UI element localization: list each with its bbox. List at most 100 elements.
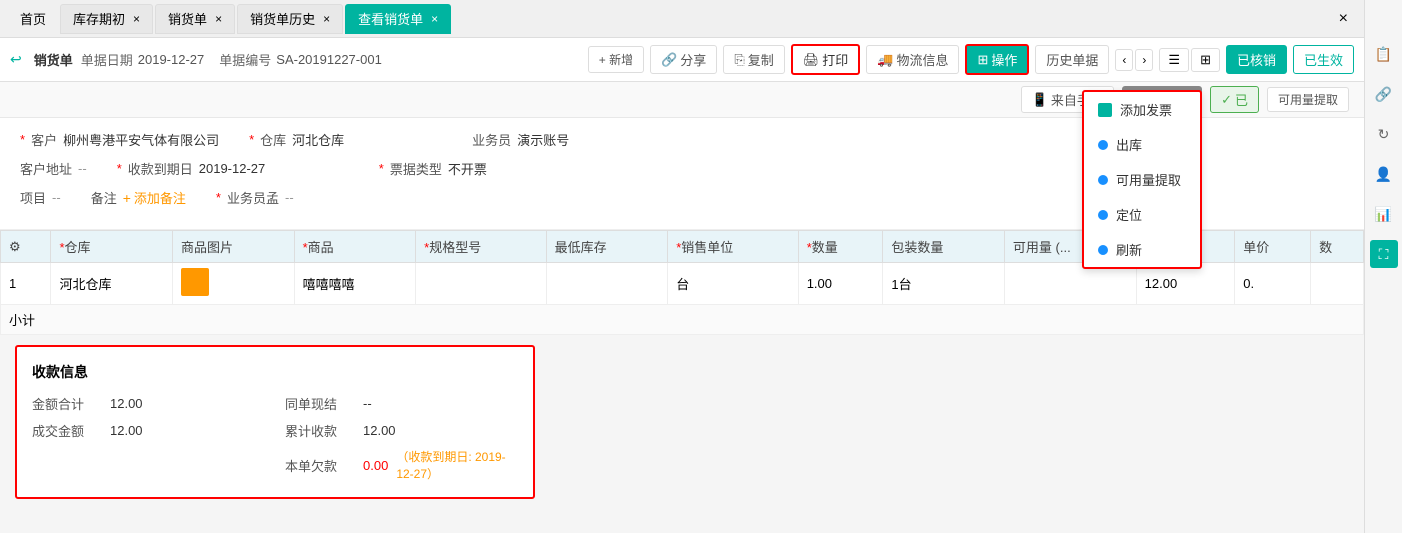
sidebar-icon-link[interactable]: 🔗 xyxy=(1370,80,1398,108)
deal-amount-label: 成交金额 xyxy=(32,421,102,440)
tab-sales-history-label: 销货单历史 xyxy=(250,9,315,28)
operation-button[interactable]: ⊞ 操作 xyxy=(965,44,1029,75)
window-close-button[interactable]: × xyxy=(1331,10,1356,28)
add-invoice-icon xyxy=(1098,103,1112,117)
next-button[interactable]: › xyxy=(1135,49,1153,71)
subtotal-row: 小计 xyxy=(1,305,1364,335)
right-sidebar: 📋 🔗 ↻ 👤 📊 ⛶ xyxy=(1364,0,1402,533)
project-label: 项目 xyxy=(20,188,46,207)
salesperson-field: * 业务员孟 -- xyxy=(216,188,294,207)
due-required: * xyxy=(117,161,122,176)
dropdown-available-qty[interactable]: 可用量提取 xyxy=(1084,162,1200,197)
ticket-value: 不开票 xyxy=(448,159,598,178)
history-button[interactable]: 历史单据 xyxy=(1035,45,1109,74)
grid-view-button[interactable]: ⊞ xyxy=(1191,48,1220,72)
sidebar-icon-expand[interactable]: ⛶ xyxy=(1370,240,1398,268)
col-warehouse: *仓库 xyxy=(51,231,173,263)
row-unit: 台 xyxy=(668,263,798,305)
add-note-button[interactable]: + 添加备注 xyxy=(123,188,186,207)
debt-label: 本单欠款 xyxy=(285,456,355,475)
prev-button[interactable]: ‹ xyxy=(1115,49,1133,71)
close-check-sales-icon[interactable]: × xyxy=(431,12,438,26)
col-product: *商品 xyxy=(294,231,416,263)
tab-inventory[interactable]: 库存期初 × xyxy=(60,4,153,34)
same-settle-value: -- xyxy=(363,396,372,411)
locate-icon xyxy=(1098,210,1108,220)
tab-sales[interactable]: 销货单 × xyxy=(155,4,235,34)
row-index: 1 xyxy=(1,263,51,305)
ticket-required: * xyxy=(379,161,384,176)
plus-icon: + xyxy=(123,190,131,206)
grid-icon: ⊞ xyxy=(977,52,988,68)
row-pkg-qty: 1台 xyxy=(883,263,1005,305)
project-value: -- xyxy=(52,190,61,205)
customer-label: 客户 xyxy=(31,130,57,149)
print-button[interactable]: 🖨 打印 xyxy=(791,44,861,75)
toolbar-actions: + 新增 🔗 分享 ⎘ 复制 🖨 打印 🚚 物流信息 ⊞ 操作 xyxy=(588,44,1354,75)
outbound-icon xyxy=(1098,140,1108,150)
salesperson-value: -- xyxy=(285,190,294,205)
available-qty-icon xyxy=(1098,175,1108,185)
doc-icon: ↩ xyxy=(10,51,22,68)
sidebar-icon-user[interactable]: 👤 xyxy=(1370,160,1398,188)
project-field: 项目 -- xyxy=(20,188,61,207)
subtotal-label: 小计 xyxy=(1,305,1364,335)
salesperson-required: * xyxy=(216,190,221,205)
close-inventory-icon[interactable]: × xyxy=(133,12,140,26)
close-sales-icon[interactable]: × xyxy=(215,12,222,26)
tab-home[interactable]: 首页 xyxy=(8,4,58,34)
valid-button[interactable]: 已生效 xyxy=(1293,45,1354,74)
date-field: 单据日期 2019-12-27 xyxy=(81,50,205,69)
sold-out-button[interactable]: 已核销 xyxy=(1226,45,1287,74)
summary-total: 金额合计 12.00 xyxy=(32,394,265,413)
copy-button[interactable]: ⎘ 复制 xyxy=(723,45,784,74)
gear-icon[interactable]: ⚙ xyxy=(9,239,21,254)
logistics-button[interactable]: 🚚 物流信息 xyxy=(866,45,959,74)
add-invoice-label: 添加发票 xyxy=(1120,100,1172,119)
address-value: -- xyxy=(78,161,87,176)
tab-home-label: 首页 xyxy=(20,9,46,28)
available-qty-button[interactable]: 可用量提取 xyxy=(1267,87,1349,112)
ticket-field: * 票据类型 不开票 xyxy=(379,159,598,178)
close-sales-history-icon[interactable]: × xyxy=(323,12,330,26)
print-icon: 🖨 xyxy=(803,52,820,68)
date-value: 2019-12-27 xyxy=(138,52,205,67)
confirm-button[interactable]: ✓ 已 xyxy=(1210,86,1259,113)
sidebar-icon-doc[interactable]: 📋 xyxy=(1370,40,1398,68)
warehouse-label: 仓库 xyxy=(260,130,286,149)
locate-label: 定位 xyxy=(1116,205,1142,224)
dropdown-add-invoice[interactable]: 添加发票 xyxy=(1084,92,1200,127)
toolbar-meta: 单据日期 2019-12-27 单据编号 SA-20191227-001 xyxy=(81,50,580,69)
address-field: 客户地址 -- xyxy=(20,159,87,178)
dropdown-outbound[interactable]: 出库 xyxy=(1084,127,1200,162)
row-min-stock xyxy=(546,263,668,305)
list-view-button[interactable]: ☰ xyxy=(1159,48,1189,72)
dropdown-refresh[interactable]: 刷新 xyxy=(1084,232,1200,267)
due-field: * 收款到期日 2019-12-27 xyxy=(117,159,349,178)
dropdown-locate[interactable]: 定位 xyxy=(1084,197,1200,232)
tab-sales-history[interactable]: 销货单历史 × xyxy=(237,4,343,34)
note-label: 备注 xyxy=(91,188,117,207)
share-button[interactable]: 🔗 分享 xyxy=(650,45,717,74)
number-label: 单据编号 xyxy=(219,50,271,69)
total-value: 12.00 xyxy=(110,396,143,411)
row-qty: 1.00 xyxy=(798,263,883,305)
summary-box: 收款信息 金额合计 12.00 同单现结 -- 成交金额 12.00 累计收款 … xyxy=(15,345,535,499)
staff-value: 演示账号 xyxy=(517,130,667,149)
tab-check-sales[interactable]: 查看销货单 × xyxy=(345,4,451,34)
staff-label: 业务员 xyxy=(472,130,511,149)
sidebar-icon-chart[interactable]: 📊 xyxy=(1370,200,1398,228)
col-unit: *销售单位 xyxy=(668,231,798,263)
row-warehouse: 河北仓库 xyxy=(51,263,173,305)
new-button[interactable]: + 新增 xyxy=(588,46,644,73)
col-qty: *数量 xyxy=(798,231,883,263)
due-value: 2019-12-27 xyxy=(199,161,349,176)
warehouse-field: * 仓库 河北仓库 xyxy=(249,130,442,149)
refresh-label: 刷新 xyxy=(1116,240,1142,259)
row-spec xyxy=(416,263,546,305)
sidebar-icon-refresh[interactable]: ↻ xyxy=(1370,120,1398,148)
copy-icon: ⎘ xyxy=(734,52,744,68)
address-label: 客户地址 xyxy=(20,159,72,178)
number-value: SA-20191227-001 xyxy=(276,52,382,67)
summary-debt: 本单欠款 0.00 （收款到期日: 2019-12-27） xyxy=(285,448,518,482)
